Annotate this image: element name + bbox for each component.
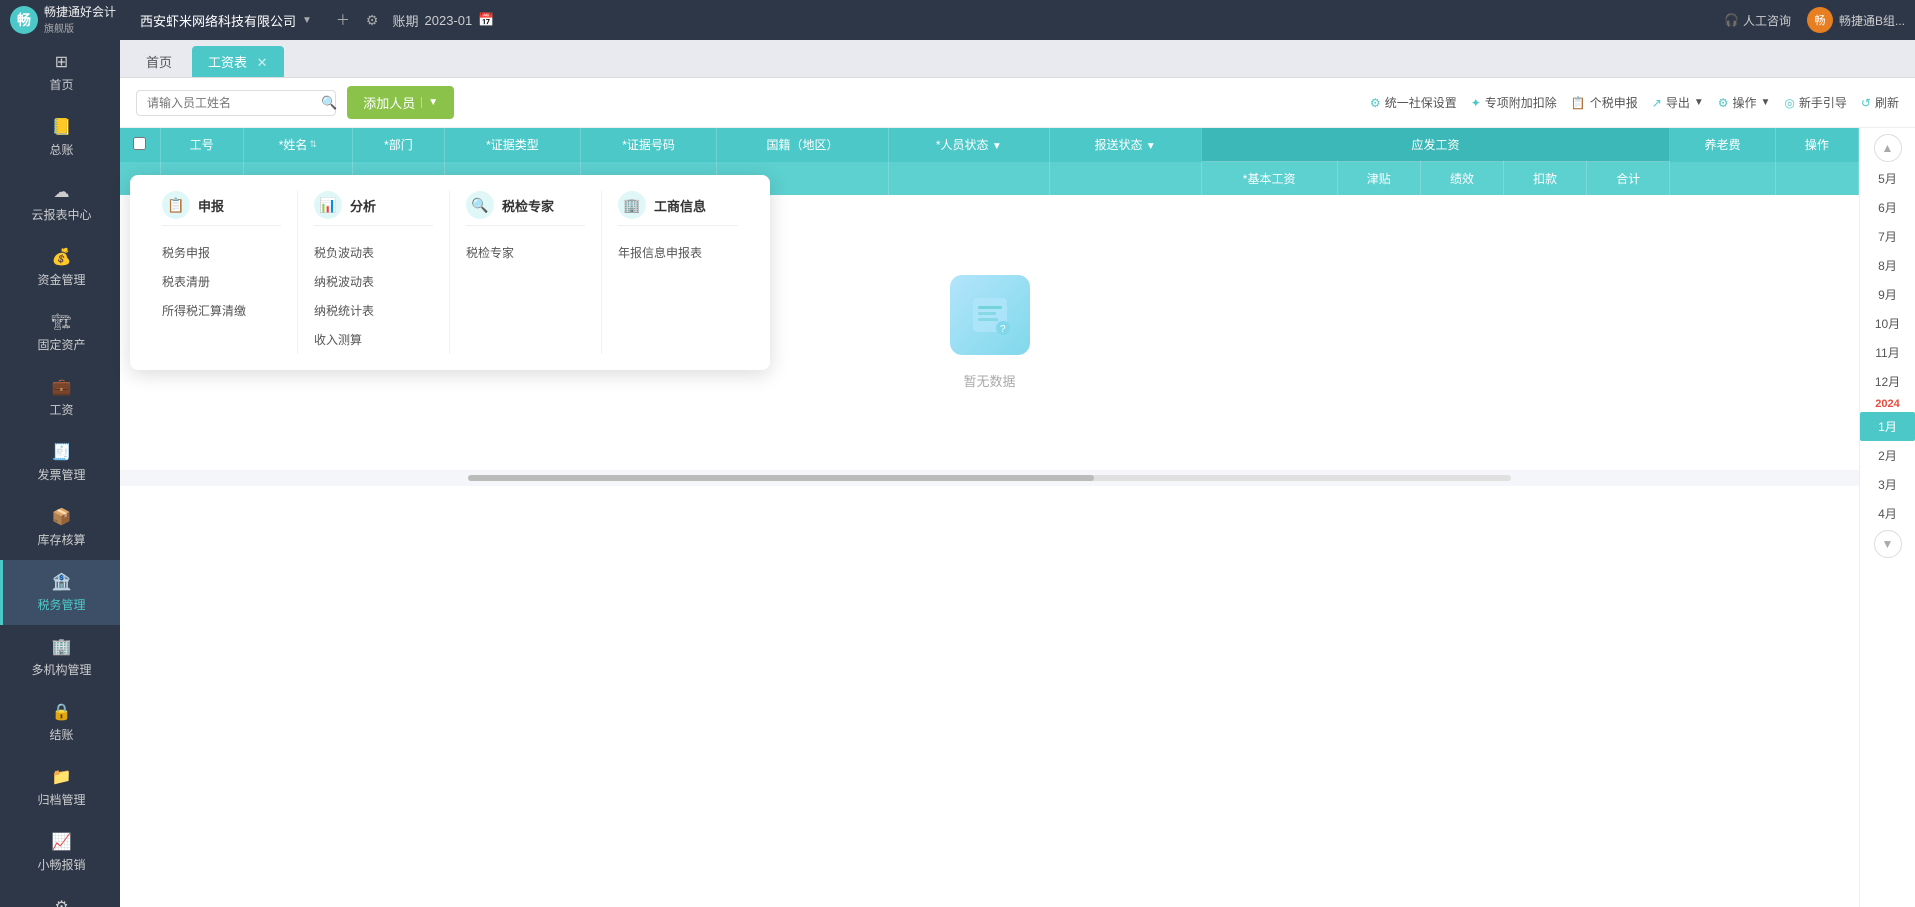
- tax-expert-section-icon: 🔍: [466, 191, 494, 219]
- section-analysis: 📊 分析 税负波动表 纳税波动表 纳税统计表 收入测算: [298, 191, 450, 354]
- biz-info-section-icon: 🏢: [618, 191, 646, 219]
- item-tax-table[interactable]: 税表清册: [162, 267, 281, 296]
- analysis-section-icon: 📊: [314, 191, 342, 219]
- item-tax-check[interactable]: 税检专家: [466, 238, 585, 267]
- tax-expert-title: 税检专家: [502, 196, 554, 215]
- declaration-title: 申报: [198, 196, 224, 215]
- section-header-tax-expert: 🔍 税检专家: [466, 191, 585, 226]
- declaration-section-icon: 📋: [162, 191, 190, 219]
- section-header-biz-info: 🏢 工商信息: [618, 191, 738, 226]
- section-declaration: 📋 申报 税务申报 税表清册 所得税汇算清缴: [146, 191, 298, 354]
- item-tax-declare[interactable]: 税务申报: [162, 238, 281, 267]
- dropdown-overlay: [0, 0, 1915, 907]
- biz-info-title: 工商信息: [654, 196, 706, 215]
- section-header-analysis: 📊 分析: [314, 191, 433, 226]
- item-tax-fluctuation[interactable]: 税负波动表: [314, 238, 433, 267]
- section-biz-info: 🏢 工商信息 年报信息申报表: [602, 191, 754, 354]
- item-income-calc2[interactable]: 收入测算: [314, 325, 433, 354]
- section-tax-expert: 🔍 税检专家 税检专家: [450, 191, 602, 354]
- item-tax-flow[interactable]: 纳税波动表: [314, 267, 433, 296]
- analysis-title: 分析: [350, 196, 376, 215]
- item-income-calc[interactable]: 所得税汇算清缴: [162, 296, 281, 325]
- section-header-declaration: 📋 申报: [162, 191, 281, 226]
- tax-dropdown-menu: 📋 申报 税务申报 税表清册 所得税汇算清缴 📊 分析 税负波动表 纳税波动表 …: [130, 175, 770, 370]
- item-tax-stats[interactable]: 纳税统计表: [314, 296, 433, 325]
- item-annual-report[interactable]: 年报信息申报表: [618, 238, 738, 267]
